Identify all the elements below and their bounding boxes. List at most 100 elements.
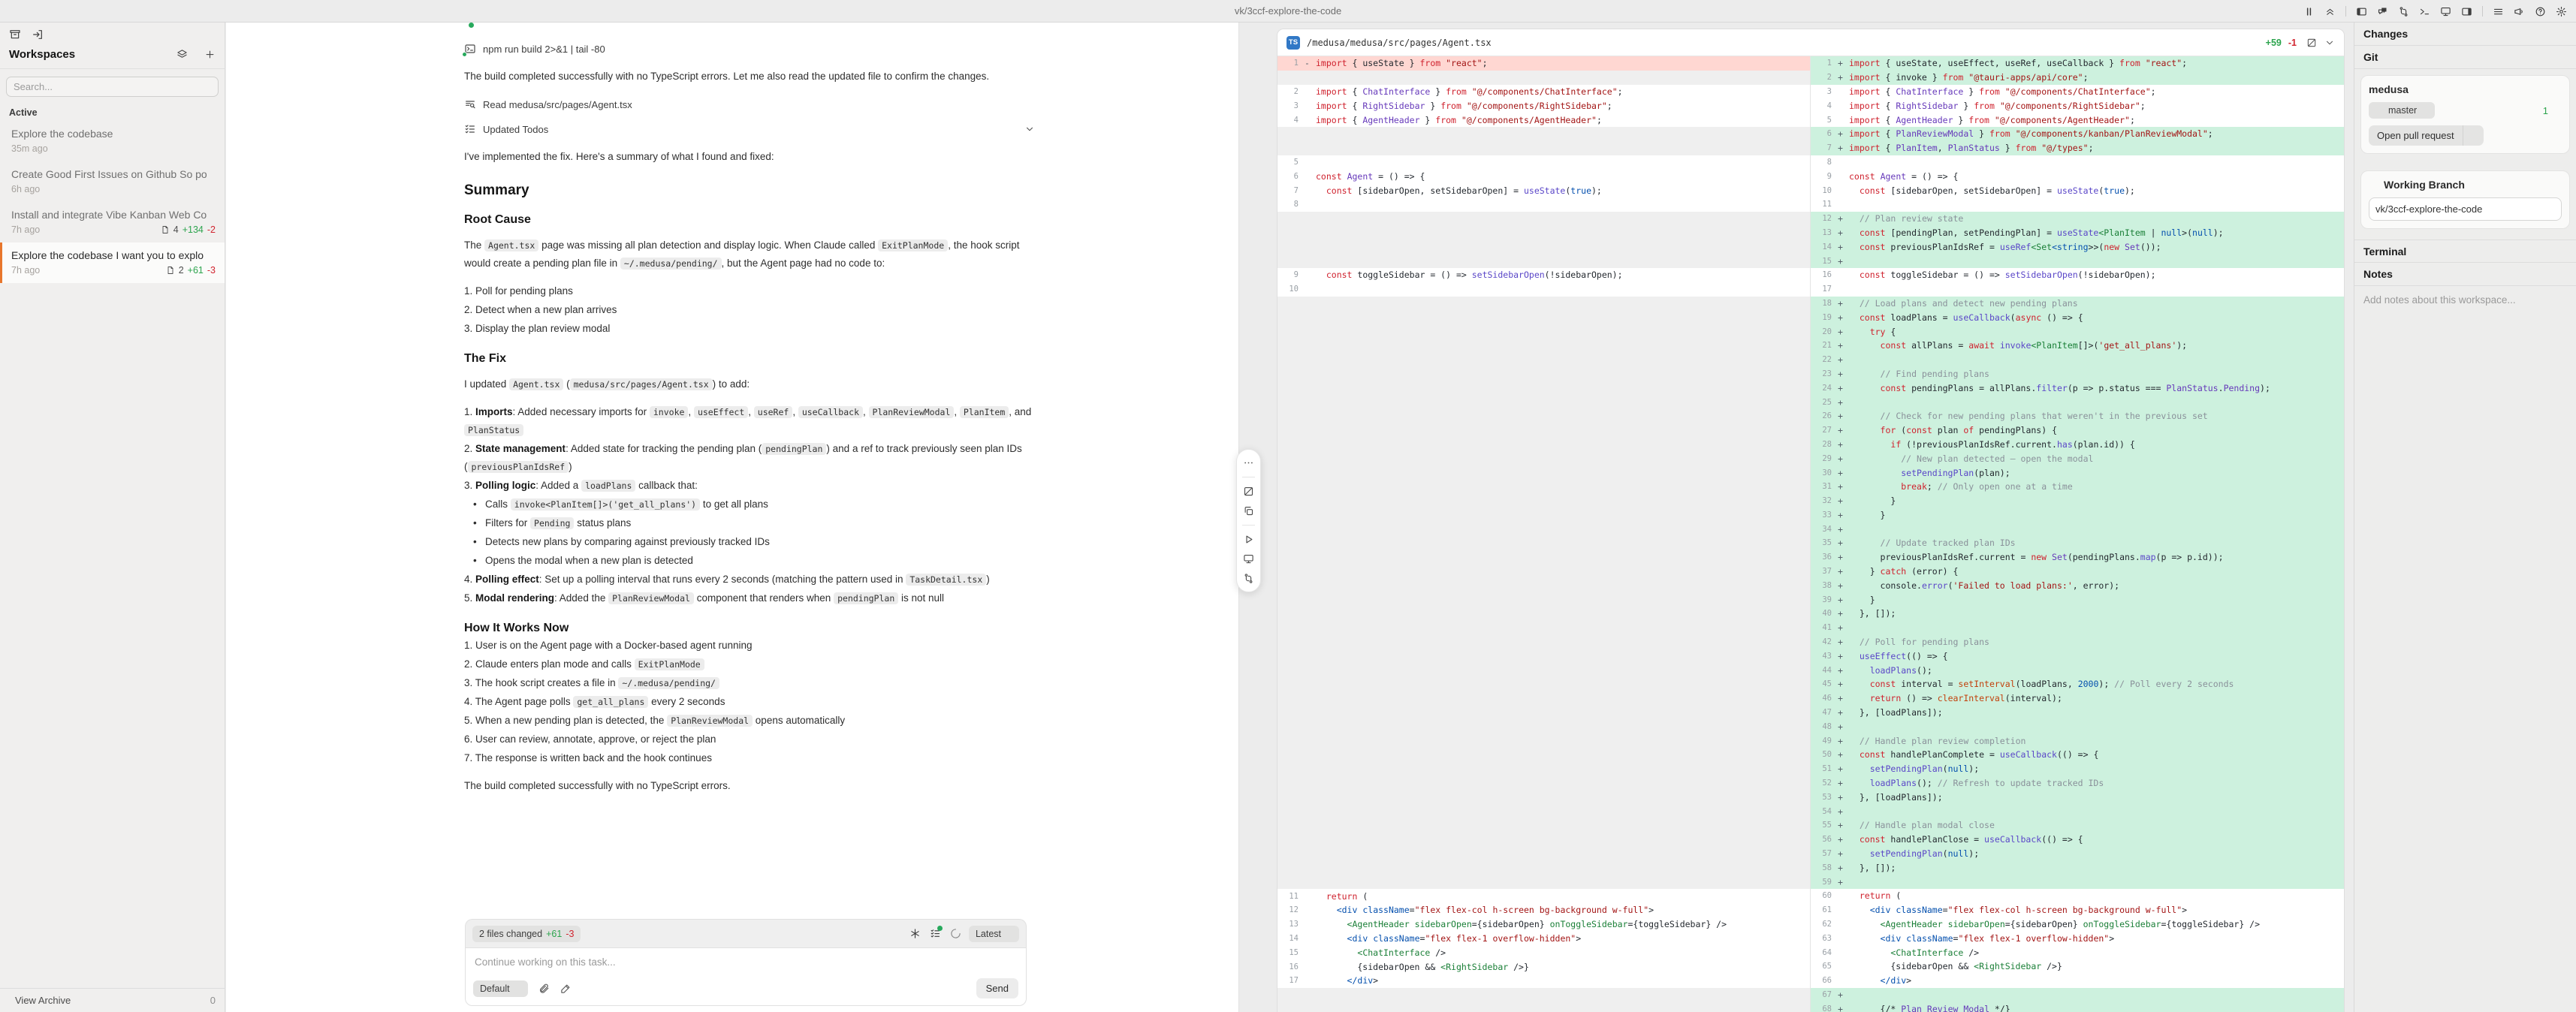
line-number: 60: [1811, 891, 1838, 900]
code-text: loadPlans(); // Refresh to update tracke…: [1849, 778, 2344, 788]
workspace-item[interactable]: Explore the codebase35m ago: [0, 121, 225, 161]
workspace-meta: 35m ago: [11, 143, 216, 154]
version-dropdown[interactable]: Latest: [969, 926, 1019, 942]
tool-call-row[interactable]: Read medusa/src/pages/Agent.tsx: [464, 98, 1035, 110]
section-terminal[interactable]: Terminal: [2354, 239, 2576, 263]
chat-scroll-area[interactable]: npm run build 2>&1 | tail -80The build c…: [226, 23, 1238, 920]
panel-right-icon[interactable]: [2461, 6, 2472, 17]
section-changes[interactable]: Changes: [2354, 23, 2576, 46]
repo-name: medusa: [2369, 83, 2562, 95]
chevron-down-icon[interactable]: [2324, 38, 2335, 48]
notes-input[interactable]: Add notes about this workspace...: [2354, 286, 2576, 314]
line-number: 35: [1811, 538, 1838, 547]
diff-collapsed-gap[interactable]: [1277, 127, 1810, 155]
line-number: 44: [1811, 666, 1838, 675]
open-pull-request-button[interactable]: Open pull request: [2369, 125, 2484, 146]
diff-collapsed-gap[interactable]: [1277, 212, 1810, 268]
line-number: 42: [1811, 637, 1838, 646]
section-git[interactable]: Git: [2354, 46, 2576, 69]
layers-icon[interactable]: [176, 49, 188, 60]
diff-collapsed-gap[interactable]: [1277, 988, 1810, 1012]
send-button[interactable]: Send: [976, 978, 1018, 998]
todo-list-icon[interactable]: [930, 928, 941, 939]
section-notes[interactable]: Notes: [2354, 263, 2576, 286]
panel-left-icon[interactable]: [2356, 6, 2367, 17]
diff-square-icon[interactable]: [2306, 38, 2317, 48]
divider: [2482, 6, 2483, 17]
copy-icon[interactable]: [1243, 505, 1254, 517]
list-item: 1. Imports: Added necessary imports for …: [464, 403, 1035, 439]
sign-out-icon[interactable]: [32, 29, 44, 41]
pen-icon[interactable]: [560, 983, 572, 994]
diff-code-line: 21+ const allPlans = await invoke<PlanIt…: [1811, 339, 2344, 353]
chevrons-up-icon[interactable]: [2324, 6, 2336, 17]
diff-code-line: 15+: [1811, 254, 2344, 268]
diff-viewer: TS /medusa/medusa/src/pages/Agent.tsx +5…: [1277, 29, 2345, 1012]
diff-collapsed-gap[interactable]: [1277, 297, 1810, 890]
view-archive-button[interactable]: View Archive 0: [0, 988, 225, 1012]
line-number: 58: [1811, 863, 1838, 872]
diff-collapsed-gap[interactable]: [1277, 71, 1810, 85]
monitor-icon[interactable]: [1243, 553, 1254, 565]
diff-marker: [1838, 86, 1849, 97]
tool-call-row[interactable]: npm run build 2>&1 | tail -80: [464, 43, 1035, 55]
branch-dropdown[interactable]: master: [2369, 102, 2435, 119]
workspace-item[interactable]: Create Good First Issues on Github So po…: [0, 161, 225, 202]
diff-marker: +: [1838, 354, 1849, 365]
diff-file-header[interactable]: TS /medusa/medusa/src/pages/Agent.tsx +5…: [1277, 29, 2344, 56]
paperclip-icon[interactable]: [538, 983, 550, 994]
monitor-icon[interactable]: [2440, 6, 2451, 17]
diff-marker: +: [1838, 679, 1849, 689]
line-number: 34: [1811, 525, 1838, 534]
line-number: 21: [1811, 341, 1838, 350]
plus-icon[interactable]: [204, 49, 216, 60]
search-box: [6, 77, 219, 97]
help-icon[interactable]: [2535, 6, 2546, 17]
code-text: // Load plans and detect new pending pla…: [1849, 298, 2344, 309]
line-number: 8: [1277, 200, 1305, 209]
diff-code-line: 5: [1277, 155, 1810, 170]
code-text: const [sidebarOpen, setSidebarOpen] = us…: [1316, 185, 1810, 196]
mode-dropdown[interactable]: Default: [473, 980, 528, 997]
heading: The Fix: [464, 352, 1035, 366]
tool-call-row[interactable]: Updated Todos: [464, 123, 1035, 135]
line-number: 2: [1277, 87, 1305, 96]
deletions-count: -3: [566, 929, 574, 939]
spark-icon[interactable]: [909, 928, 921, 939]
working-branch-input[interactable]: [2375, 203, 2544, 215]
workspace-item[interactable]: Explore the codebase I want you to explo…: [0, 242, 225, 283]
diff-code-line: 37+ } catch (error) {: [1811, 565, 2344, 579]
inline-code: PlanReviewModal: [608, 592, 694, 604]
line-number: 48: [1811, 722, 1838, 731]
list-item: 7. The response is written back and the …: [464, 749, 1035, 767]
files-changed-badge[interactable]: 2 files changed +61 -3: [472, 926, 581, 942]
line-number: 40: [1811, 609, 1838, 618]
git-compare-icon[interactable]: [2398, 6, 2409, 17]
menu-icon[interactable]: [2493, 6, 2504, 17]
line-number: 7: [1277, 186, 1305, 195]
git-compare-icon[interactable]: [1243, 573, 1254, 584]
diff-code-line: 36+ previousPlanIdsRef.current = new Set…: [1811, 550, 2344, 565]
inline-code: previousPlanIdsRef: [468, 461, 569, 473]
diff-marker: [1838, 101, 1849, 111]
chevron-down-icon[interactable]: [1024, 124, 1035, 134]
diff-code-line: 2 import { ChatInterface } from "@/compo…: [1277, 85, 1810, 99]
message-input[interactable]: Continue working on this task...: [473, 956, 1018, 978]
terminal-prompt-icon[interactable]: [2419, 6, 2430, 17]
search-input[interactable]: [6, 77, 219, 97]
code-text: const [pendingPlan, setPendingPlan] = us…: [1849, 227, 2344, 238]
gear-icon[interactable]: [2556, 6, 2567, 17]
archive-icon[interactable]: [9, 29, 21, 41]
pause-icon[interactable]: [2303, 6, 2315, 17]
branch-name: master: [2388, 105, 2417, 116]
workspace-item[interactable]: Install and integrate Vibe Kanban Web Co…: [0, 202, 225, 242]
chat-bubbles-icon[interactable]: [2377, 6, 2388, 17]
megaphone-icon[interactable]: [2514, 6, 2525, 17]
code-text: </div>: [1849, 975, 2344, 986]
play-icon[interactable]: [1243, 534, 1254, 545]
dots-icon[interactable]: [1243, 457, 1254, 468]
spinner-icon[interactable]: [950, 928, 961, 939]
line-number: 17: [1277, 976, 1305, 985]
sidebar-title: Workspaces: [9, 48, 169, 61]
diff-square-icon[interactable]: [1243, 486, 1254, 497]
